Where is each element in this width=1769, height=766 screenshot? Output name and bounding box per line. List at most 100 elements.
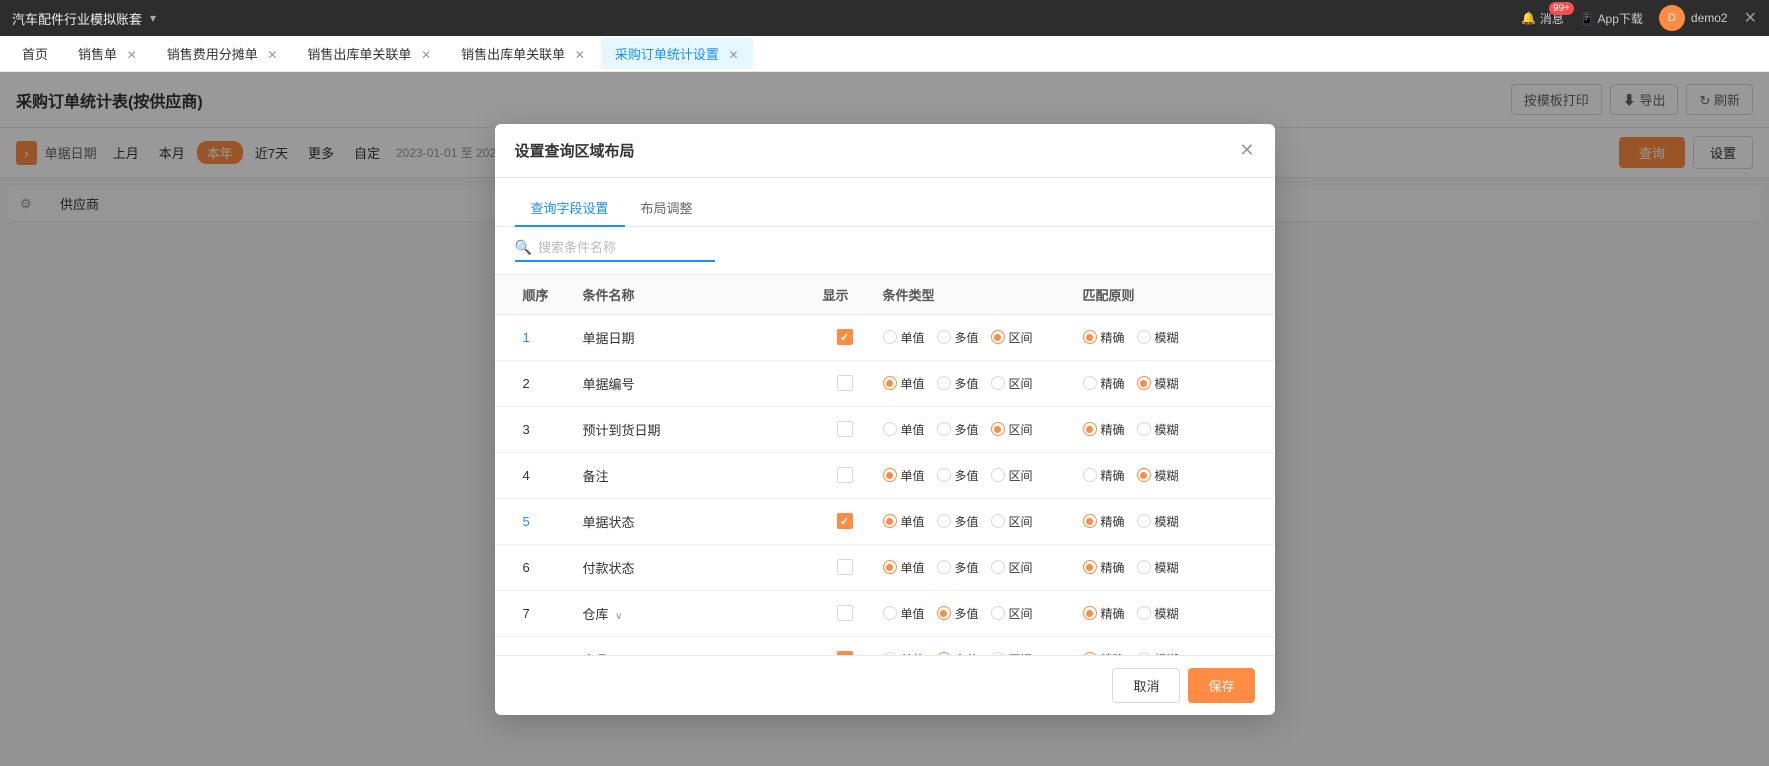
row-match: 精确 模糊 bbox=[1075, 641, 1255, 655]
display-checkbox[interactable] bbox=[837, 513, 853, 529]
match-exact-label: 精确 bbox=[1101, 329, 1125, 346]
match-fuzzy[interactable]: 模糊 bbox=[1137, 467, 1179, 484]
tab-close-icon-2[interactable]: ✕ bbox=[267, 48, 277, 62]
tab-sales-order[interactable]: 销售单 ✕ bbox=[64, 38, 151, 69]
row-order: 4 bbox=[515, 458, 575, 493]
match-fuzzy[interactable]: 模糊 bbox=[1137, 329, 1179, 346]
row-display[interactable] bbox=[815, 365, 875, 401]
radio-range[interactable]: 区间 bbox=[991, 513, 1033, 530]
row-display[interactable] bbox=[815, 319, 875, 355]
match-exact[interactable]: 精确 bbox=[1083, 467, 1125, 484]
th-condition-name: 条件名称 bbox=[575, 275, 815, 314]
radio-multi[interactable]: 多值 bbox=[937, 559, 979, 576]
radio-range[interactable]: 区间 bbox=[991, 375, 1033, 392]
title-arrow-icon[interactable]: ▾ bbox=[150, 11, 156, 25]
save-button[interactable]: 保存 bbox=[1188, 668, 1254, 703]
radio-single[interactable]: 单值 bbox=[883, 559, 925, 576]
table-row: 6 付款状态 单值 bbox=[495, 545, 1275, 591]
radio-range-circle bbox=[991, 468, 1005, 482]
row-name: 单据状态 bbox=[575, 502, 815, 541]
top-bar-close-icon[interactable]: ✕ bbox=[1744, 8, 1757, 28]
row-display[interactable] bbox=[815, 641, 875, 655]
match-fuzzy[interactable]: 模糊 bbox=[1137, 375, 1179, 392]
radio-multi[interactable]: 多值 bbox=[937, 513, 979, 530]
tab-sales-outbound1[interactable]: 销售出库单关联单 ✕ bbox=[293, 38, 445, 69]
row-display[interactable] bbox=[815, 549, 875, 585]
radio-range-circle bbox=[991, 514, 1005, 528]
display-checkbox[interactable] bbox=[837, 375, 853, 391]
radio-single[interactable]: 单值 bbox=[883, 513, 925, 530]
display-checkbox[interactable] bbox=[837, 467, 853, 483]
user-avatar[interactable]: D demo2 bbox=[1659, 5, 1728, 31]
radio-single[interactable]: 单值 bbox=[883, 329, 925, 346]
search-input[interactable] bbox=[538, 240, 698, 255]
match-fuzzy[interactable]: 模糊 bbox=[1137, 513, 1179, 530]
row-display[interactable] bbox=[815, 457, 875, 493]
modal-close-icon[interactable]: ✕ bbox=[1239, 141, 1254, 159]
match-exact[interactable]: 精确 bbox=[1083, 559, 1125, 576]
radio-single[interactable]: 单值 bbox=[883, 605, 925, 622]
display-checkbox[interactable] bbox=[837, 329, 853, 345]
display-checkbox[interactable] bbox=[837, 605, 853, 621]
radio-single[interactable]: 单值 bbox=[883, 375, 925, 392]
row-display[interactable] bbox=[815, 411, 875, 447]
match-fuzzy-circle bbox=[1137, 330, 1151, 344]
match-exact[interactable]: 精确 bbox=[1083, 605, 1125, 622]
row-order: 8 bbox=[515, 642, 575, 655]
radio-multi[interactable]: 多值 bbox=[937, 421, 979, 438]
match-exact[interactable]: 精确 bbox=[1083, 421, 1125, 438]
row-display[interactable] bbox=[815, 595, 875, 631]
radio-single-circle bbox=[883, 560, 897, 574]
cancel-button[interactable]: 取消 bbox=[1112, 668, 1180, 703]
modal-body: 查询字段设置 布局调整 🔍 顺序 条件名称 显示 条件类型 匹配原则 bbox=[495, 178, 1275, 655]
radio-multi[interactable]: 多值 bbox=[937, 329, 979, 346]
tab-close-icon-3[interactable]: ✕ bbox=[421, 48, 431, 62]
modal-title: 设置查询区域布局 bbox=[515, 140, 635, 161]
tab-home[interactable]: 首页 bbox=[8, 38, 62, 69]
radio-multi[interactable]: 多值 bbox=[937, 375, 979, 392]
radio-range[interactable]: 区间 bbox=[991, 559, 1033, 576]
tab-purchase-stats[interactable]: 采购订单统计设置 ✕ bbox=[601, 38, 753, 69]
row-name: 单据日期 bbox=[575, 318, 815, 357]
radio-single-circle bbox=[883, 514, 897, 528]
radio-multi-circle bbox=[937, 514, 951, 528]
tab-close-icon-7[interactable]: ✕ bbox=[728, 48, 738, 62]
modal-table-body: 1 单据日期 单值 bbox=[495, 315, 1275, 655]
radio-range[interactable]: 区间 bbox=[991, 467, 1033, 484]
radio-multi[interactable]: 多值 bbox=[937, 467, 979, 484]
radio-multi[interactable]: 多值 bbox=[937, 605, 979, 622]
radio-multi-circle bbox=[937, 422, 951, 436]
radio-single-circle bbox=[883, 376, 897, 390]
radio-single[interactable]: 单值 bbox=[883, 467, 925, 484]
table-row: 5 单据状态 单值 bbox=[495, 499, 1275, 545]
match-exact-circle bbox=[1083, 376, 1097, 390]
notification-area[interactable]: 🔔 消息 99+ bbox=[1521, 10, 1564, 27]
radio-single-circle bbox=[883, 606, 897, 620]
display-checkbox[interactable] bbox=[837, 421, 853, 437]
tab-close-icon[interactable]: ✕ bbox=[127, 48, 137, 62]
app-download[interactable]: 📱 App下载 bbox=[1580, 10, 1643, 27]
row-display[interactable] bbox=[815, 503, 875, 539]
radio-range[interactable]: 区间 bbox=[991, 421, 1033, 438]
radio-range-circle bbox=[991, 422, 1005, 436]
tab-close-icon-4[interactable]: ✕ bbox=[575, 48, 585, 62]
radio-range-label: 区间 bbox=[1009, 329, 1033, 346]
match-exact-circle bbox=[1083, 514, 1097, 528]
match-fuzzy[interactable]: 模糊 bbox=[1137, 605, 1179, 622]
radio-range[interactable]: 区间 bbox=[991, 329, 1033, 346]
match-exact-circle bbox=[1083, 606, 1097, 620]
table-row: 1 单据日期 单值 bbox=[495, 315, 1275, 361]
match-exact[interactable]: 精确 bbox=[1083, 375, 1125, 392]
radio-multi-circle bbox=[937, 376, 951, 390]
tab-sales-expense[interactable]: 销售费用分摊单 ✕ bbox=[153, 38, 292, 69]
modal-tab-query-fields[interactable]: 查询字段设置 bbox=[515, 190, 625, 227]
radio-single[interactable]: 单值 bbox=[883, 421, 925, 438]
display-checkbox[interactable] bbox=[837, 559, 853, 575]
match-fuzzy[interactable]: 模糊 bbox=[1137, 421, 1179, 438]
match-exact[interactable]: 精确 bbox=[1083, 329, 1125, 346]
radio-range[interactable]: 区间 bbox=[991, 605, 1033, 622]
match-exact[interactable]: 精确 bbox=[1083, 513, 1125, 530]
match-fuzzy[interactable]: 模糊 bbox=[1137, 559, 1179, 576]
tab-sales-outbound2[interactable]: 销售出库单关联单 ✕ bbox=[447, 38, 599, 69]
modal-tab-layout[interactable]: 布局调整 bbox=[625, 190, 709, 227]
